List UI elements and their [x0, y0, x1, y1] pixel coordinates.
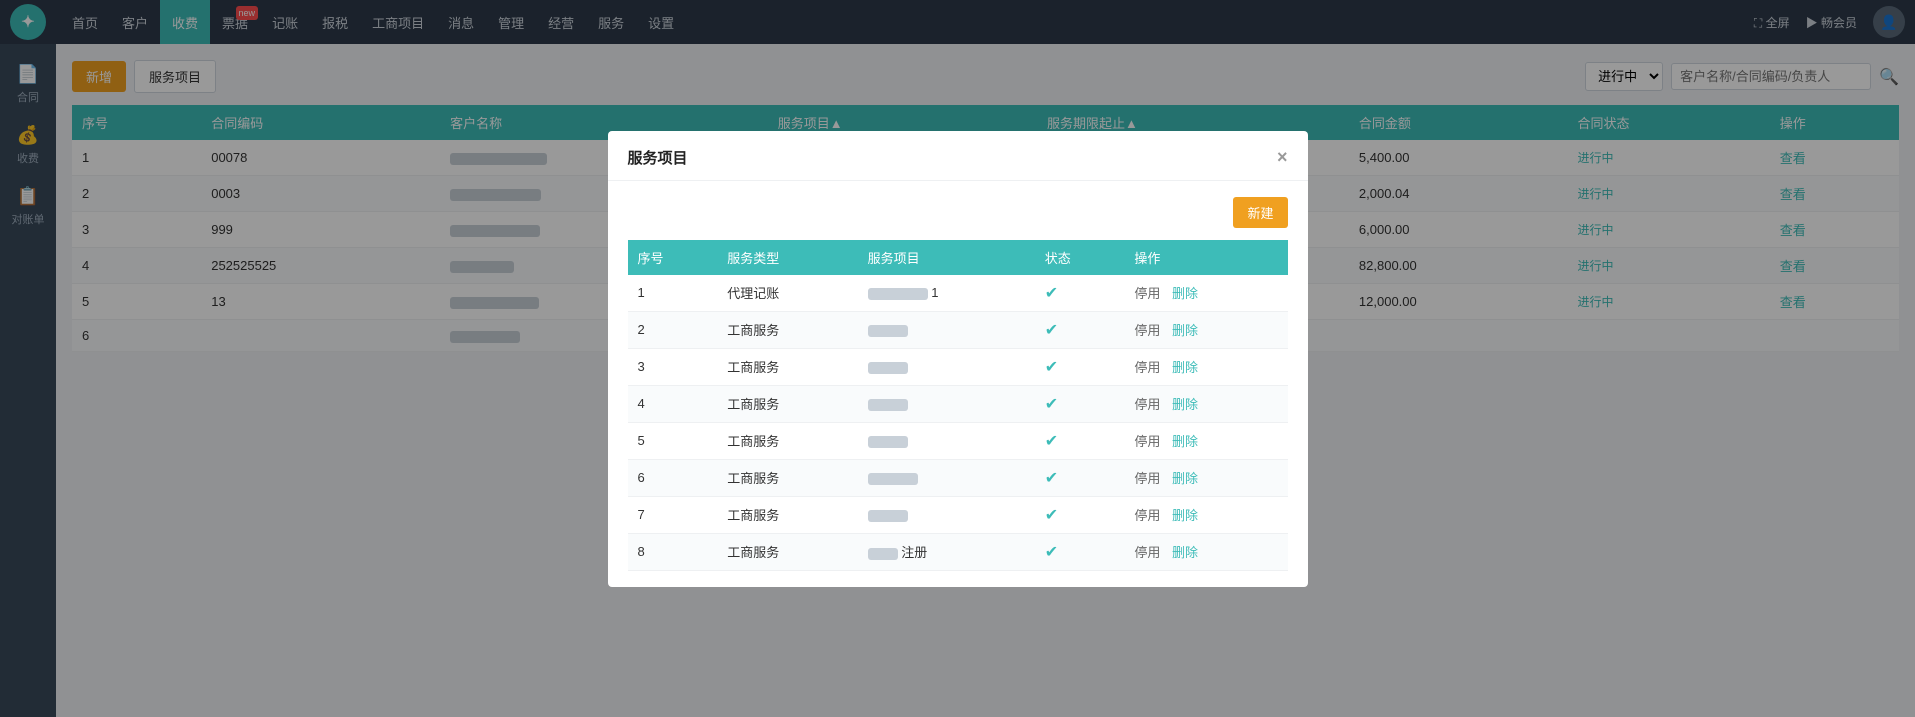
stop-button[interactable]: 停用 [1134, 286, 1160, 301]
modal-cell-action[interactable]: 停用 删除 [1124, 311, 1287, 348]
modal-cell-seq: 8 [628, 533, 718, 570]
modal-cell-seq: 5 [628, 422, 718, 459]
modal-cell-seq: 7 [628, 496, 718, 533]
modal-toolbar: 新建 [628, 197, 1288, 228]
modal-th-type: 服务类型 [717, 240, 857, 275]
modal-cell-action[interactable]: 停用 删除 [1124, 422, 1287, 459]
modal-cell-item [858, 459, 1035, 496]
modal-cell-status: ✔ [1035, 533, 1125, 570]
modal-cell-type: 工商服务 [717, 459, 857, 496]
modal-th-item: 服务项目 [858, 240, 1035, 275]
modal-cell-action[interactable]: 停用 删除 [1124, 459, 1287, 496]
modal-cell-type: 代理记账 [717, 275, 857, 312]
modal-cell-action[interactable]: 停用 删除 [1124, 496, 1287, 533]
modal-table-row: 1 代理记账 1 ✔ 停用 删除 [628, 275, 1288, 312]
stop-button[interactable]: 停用 [1134, 397, 1160, 412]
modal-cell-type: 工商服务 [717, 385, 857, 422]
stop-button[interactable]: 停用 [1134, 471, 1160, 486]
modal-cell-item [858, 348, 1035, 385]
modal-cell-item: 注册 [858, 533, 1035, 570]
stop-button[interactable]: 停用 [1134, 508, 1160, 523]
modal-cell-action[interactable]: 停用 删除 [1124, 533, 1287, 570]
modal-cell-status: ✔ [1035, 348, 1125, 385]
stop-button[interactable]: 停用 [1134, 545, 1160, 560]
modal-th-action: 操作 [1124, 240, 1287, 275]
modal-overlay[interactable]: 服务项目 × 新建 序号 服务类型 服务项目 状态 操作 [0, 0, 1915, 717]
modal-cell-item [858, 422, 1035, 459]
delete-button[interactable]: 删除 [1172, 434, 1198, 449]
modal-cell-item [858, 311, 1035, 348]
delete-button[interactable]: 删除 [1172, 471, 1198, 486]
modal-body: 新建 序号 服务类型 服务项目 状态 操作 1 代理记账 1 [608, 181, 1308, 587]
modal-cell-type: 工商服务 [717, 533, 857, 570]
delete-button[interactable]: 删除 [1172, 508, 1198, 523]
modal-cell-type: 工商服务 [717, 422, 857, 459]
delete-button[interactable]: 删除 [1172, 323, 1198, 338]
service-modal: 服务项目 × 新建 序号 服务类型 服务项目 状态 操作 [608, 131, 1308, 587]
modal-table-row: 4 工商服务 ✔ 停用 删除 [628, 385, 1288, 422]
modal-title: 服务项目 [628, 147, 688, 168]
modal-cell-item: 1 [858, 275, 1035, 312]
modal-cell-status: ✔ [1035, 275, 1125, 312]
modal-cell-action[interactable]: 停用 删除 [1124, 348, 1287, 385]
modal-table-wrap[interactable]: 序号 服务类型 服务项目 状态 操作 1 代理记账 1 ✔ 停用 删除 2 工商… [628, 240, 1288, 571]
modal-close-button[interactable]: × [1277, 148, 1288, 166]
modal-cell-seq: 3 [628, 348, 718, 385]
modal-cell-type: 工商服务 [717, 496, 857, 533]
modal-cell-status: ✔ [1035, 496, 1125, 533]
modal-table-row: 6 工商服务 ✔ 停用 删除 [628, 459, 1288, 496]
modal-th-seq: 序号 [628, 240, 718, 275]
modal-cell-item [858, 496, 1035, 533]
modal-header: 服务项目 × [608, 131, 1308, 181]
modal-table: 序号 服务类型 服务项目 状态 操作 1 代理记账 1 ✔ 停用 删除 2 工商… [628, 240, 1288, 571]
modal-new-button[interactable]: 新建 [1233, 197, 1287, 228]
modal-cell-action[interactable]: 停用 删除 [1124, 385, 1287, 422]
modal-table-row: 3 工商服务 ✔ 停用 删除 [628, 348, 1288, 385]
modal-table-row: 5 工商服务 ✔ 停用 删除 [628, 422, 1288, 459]
modal-cell-seq: 2 [628, 311, 718, 348]
stop-button[interactable]: 停用 [1134, 360, 1160, 375]
modal-cell-seq: 4 [628, 385, 718, 422]
modal-cell-type: 工商服务 [717, 348, 857, 385]
modal-table-row: 8 工商服务 注册 ✔ 停用 删除 [628, 533, 1288, 570]
modal-cell-seq: 1 [628, 275, 718, 312]
delete-button[interactable]: 删除 [1172, 360, 1198, 375]
delete-button[interactable]: 删除 [1172, 545, 1198, 560]
modal-cell-action[interactable]: 停用 删除 [1124, 275, 1287, 312]
modal-cell-status: ✔ [1035, 385, 1125, 422]
delete-button[interactable]: 删除 [1172, 286, 1198, 301]
modal-table-row: 7 工商服务 ✔ 停用 删除 [628, 496, 1288, 533]
modal-cell-status: ✔ [1035, 459, 1125, 496]
stop-button[interactable]: 停用 [1134, 434, 1160, 449]
modal-cell-type: 工商服务 [717, 311, 857, 348]
delete-button[interactable]: 删除 [1172, 397, 1198, 412]
modal-cell-status: ✔ [1035, 422, 1125, 459]
modal-cell-seq: 6 [628, 459, 718, 496]
modal-th-status: 状态 [1035, 240, 1125, 275]
stop-button[interactable]: 停用 [1134, 323, 1160, 338]
modal-cell-item [858, 385, 1035, 422]
modal-cell-status: ✔ [1035, 311, 1125, 348]
modal-table-row: 2 工商服务 ✔ 停用 删除 [628, 311, 1288, 348]
